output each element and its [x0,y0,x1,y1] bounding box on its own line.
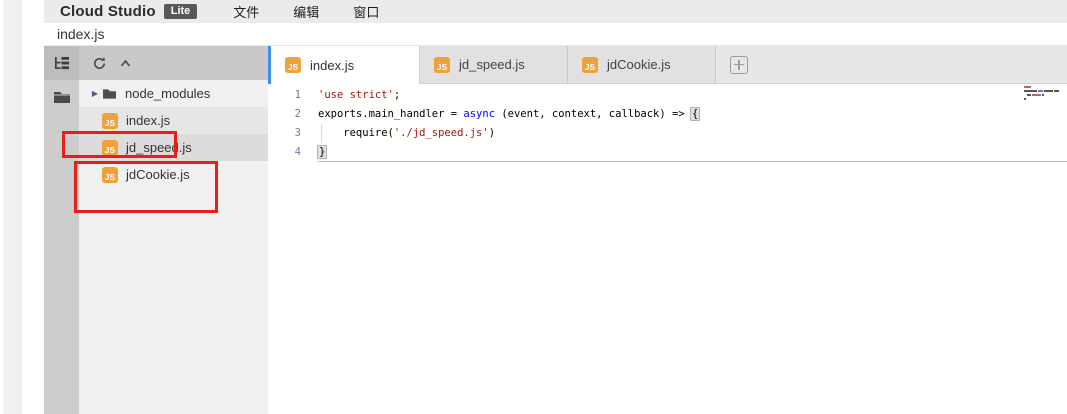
file-explorer-panel: ▶node_modulesJSindex.jsJSjd_speed.jsJSjd… [79,46,268,414]
code-line-1[interactable]: 1'use strict'; [268,86,1067,105]
code-lines: 1'use strict';2exports.main_handler = as… [268,86,1067,162]
breadcrumb-filename: index.js [57,26,104,42]
line-number: 1 [268,86,318,105]
tab-jdcookie-js[interactable]: JS jdCookie.js [568,46,716,83]
minimap-segment [1054,90,1059,92]
code-token-keyword: async [463,108,495,120]
new-tab-cell [716,46,762,83]
menu-items: 文件 编辑 窗口 [233,0,413,23]
line-content: require('./jd_speed.js') [318,124,1067,143]
line-number: 4 [268,143,318,162]
tab-bar: JS index.js JS jd_speed.js JS jdCookie.js [268,46,1067,84]
indent-guide [321,124,322,143]
minimap-segment [1024,90,1037,92]
tree-item-index-js[interactable]: JS index.js [79,107,268,134]
js-file-icon: JS [285,57,301,73]
code-token-plain: ; [394,89,400,101]
js-file-icon: JS [582,57,598,73]
line-content: exports.main_handler = async (event, con… [318,105,1067,124]
annotation-red-box-1 [62,131,177,158]
activity-folder-icon[interactable] [44,80,79,114]
menu-item-0[interactable]: 文件 [233,0,259,23]
page-scrollbar[interactable] [4,0,22,414]
code-token-string: './jd_speed.js' [394,127,489,139]
tab-index-js[interactable]: JS index.js [268,46,420,84]
minimap-segment [1024,98,1026,100]
activity-bar [44,46,79,414]
refresh-icon[interactable] [87,51,111,75]
tab-label: jd_speed.js [459,57,525,72]
js-file-icon: JS [102,113,118,129]
minimap-line [1024,98,1066,100]
top-menu-bar: Cloud Studio Lite 文件 编辑 窗口 [44,0,1067,23]
tab-label: index.js [310,58,354,73]
minimap-segment [1044,90,1053,92]
minimap[interactable] [1024,86,1066,102]
minimap-segment [1032,94,1041,96]
main-area: ▶ node_modules JS index.js JS jd_speed.js JS jd… [44,46,1067,414]
minimap-segment [1024,86,1031,88]
breadcrumb: index.js [44,23,1067,46]
code-line-4[interactable]: 4} [268,143,1067,162]
tree-item-label: index.js [126,113,170,128]
menu-item-1[interactable]: 编辑 [293,0,319,23]
line-number: 2 [268,105,318,124]
explorer-toolbar [79,46,268,80]
code-token-string: 'use strict' [318,89,394,101]
expand-arrow-icon[interactable]: ▶ [88,89,102,98]
app-window: Cloud Studio Lite 文件 编辑 窗口 index.js [0,0,1067,414]
code-token-plain: exports.main_handler = [318,108,463,120]
collapse-icon[interactable] [113,51,137,75]
code-editor[interactable]: 1'use strict';2exports.main_handler = as… [268,84,1067,414]
line-content: } [318,143,1067,162]
tab-label: jdCookie.js [607,57,671,72]
minimap-line [1024,90,1066,92]
plus-box-icon[interactable] [730,56,748,74]
editor-region: JS index.js JS jd_speed.js JS jdCookie.js 1'u… [268,46,1067,414]
menu-item-2[interactable]: 窗口 [353,0,379,23]
activity-file-tree-icon[interactable] [44,46,79,80]
minimap-line [1024,86,1066,88]
code-token-plain: require( [318,127,394,139]
js-file-icon: JS [434,57,450,73]
folder-icon [102,88,117,100]
app-title: Cloud Studio [60,3,156,20]
tab-jd-speed-js[interactable]: JS jd_speed.js [420,46,568,83]
code-line-3[interactable]: 3 require('./jd_speed.js') [268,124,1067,143]
minimap-segment [1027,94,1031,96]
tree-item-node-modules[interactable]: ▶ node_modules [79,80,268,107]
code-token-plain: ) [489,127,495,139]
lite-badge: Lite [164,4,198,19]
minimap-line [1024,94,1066,96]
code-token-bracket: { [690,107,700,121]
line-number: 3 [268,124,318,143]
tree-item-label: node_modules [125,86,210,101]
annotation-red-box-2 [74,161,218,213]
code-token-bracket: } [317,145,327,159]
code-token-plain: (event, context, callback) => [495,108,691,120]
line-content: 'use strict'; [318,86,1067,105]
minimap-segment [1038,90,1043,92]
minimap-segment [1042,94,1044,96]
code-line-2[interactable]: 2exports.main_handler = async (event, co… [268,105,1067,124]
